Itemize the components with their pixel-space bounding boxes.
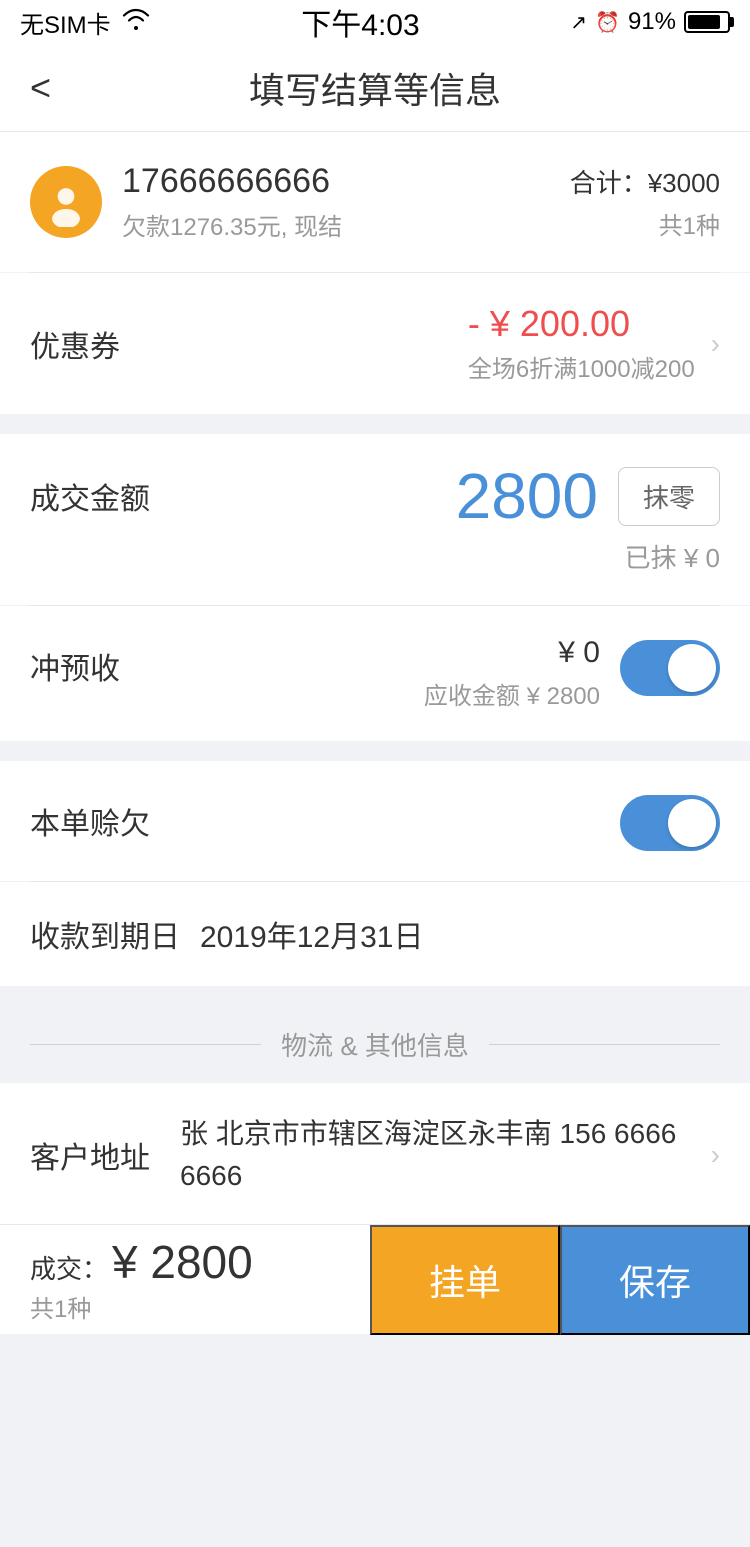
coupon-label: 优惠券 bbox=[30, 322, 120, 366]
bottom-info: 成交： ¥ 2800 共1种 bbox=[0, 1235, 370, 1324]
prepaid-label: 冲预收 bbox=[30, 636, 120, 688]
coupon-desc: 全场6折满1000减200 bbox=[468, 349, 695, 384]
due-date-section: 收款到期日 2019年12月31日 bbox=[0, 882, 750, 986]
back-button[interactable]: < bbox=[30, 67, 51, 109]
debit-toggle-knob bbox=[668, 799, 716, 847]
deal-amount-row: 成交金额 2800 抹零 bbox=[30, 464, 720, 528]
pending-button[interactable]: 挂单 bbox=[370, 1225, 560, 1335]
sep-line-left bbox=[30, 1044, 261, 1045]
deal-amount-value: 2800 bbox=[456, 464, 598, 528]
customer-right: 合计：¥3000 共1种 bbox=[570, 163, 720, 241]
deal-amount-label: 成交金额 bbox=[30, 474, 150, 518]
address-value: 张 北京市市辖区海淀区永丰南 156 6666 6666 bbox=[180, 1113, 711, 1197]
address-label: 客户地址 bbox=[30, 1133, 150, 1177]
customer-phone: 17666666666 bbox=[122, 162, 342, 201]
status-left: 无SIM卡 bbox=[20, 5, 151, 40]
bottom-count: 共1种 bbox=[30, 1289, 340, 1324]
location-icon: ↗ bbox=[570, 10, 587, 35]
prepaid-amount: ¥ 0 bbox=[424, 636, 600, 670]
prepaid-section: 冲预收 ¥ 0 应收金额 ¥ 2800 bbox=[0, 606, 750, 741]
status-right: ↗ ⏰ 91% bbox=[570, 8, 730, 36]
sep-text: 物流 & 其他信息 bbox=[281, 1026, 469, 1063]
status-time: 下午4:03 bbox=[301, 0, 419, 44]
battery-percentage: 91% bbox=[628, 8, 676, 36]
deal-amount-sub: 已抹 ¥ 0 bbox=[30, 538, 720, 575]
page-title: 填写结算等信息 bbox=[249, 62, 501, 114]
status-bar: 无SIM卡 下午4:03 ↗ ⏰ 91% bbox=[0, 0, 750, 44]
coupon-amount: - ¥ 200.00 bbox=[468, 303, 695, 345]
customer-debt: 欠款1276.35元, 现结 bbox=[122, 207, 342, 242]
prepaid-right: ¥ 0 应收金额 ¥ 2800 bbox=[424, 636, 720, 711]
due-date-row: 收款到期日 2019年12月31日 bbox=[30, 912, 720, 956]
debit-label: 本单赊欠 bbox=[30, 799, 150, 843]
address-chevron-icon: › bbox=[711, 1139, 720, 1171]
customer-info: 17666666666 欠款1276.35元, 现结 bbox=[122, 162, 342, 242]
address-section[interactable]: 客户地址 张 北京市市辖区海淀区永丰南 156 6666 6666 › bbox=[0, 1083, 750, 1227]
divider-2 bbox=[0, 741, 750, 761]
prepaid-info: ¥ 0 应收金额 ¥ 2800 bbox=[424, 636, 600, 711]
customer-left: 17666666666 欠款1276.35元, 现结 bbox=[30, 162, 342, 242]
wifi-icon bbox=[121, 8, 151, 37]
avatar bbox=[30, 166, 102, 238]
total-count: 共1种 bbox=[570, 206, 720, 241]
deal-amount-right: 2800 抹零 bbox=[456, 464, 720, 528]
divider-1 bbox=[0, 414, 750, 434]
round-button[interactable]: 抹零 bbox=[618, 467, 720, 526]
battery-icon bbox=[684, 11, 730, 33]
bottom-deal-row: 成交： ¥ 2800 bbox=[30, 1235, 340, 1289]
bottom-deal-label: 成交： bbox=[30, 1249, 108, 1286]
divider-3 bbox=[0, 986, 750, 1006]
nav-bar: < 填写结算等信息 bbox=[0, 44, 750, 132]
save-button[interactable]: 保存 bbox=[560, 1225, 750, 1335]
toggle-knob bbox=[668, 644, 716, 692]
chevron-right-icon: › bbox=[711, 328, 720, 360]
section-separator: 物流 & 其他信息 bbox=[0, 1006, 750, 1083]
deal-amount-section: 成交金额 2800 抹零 已抹 ¥ 0 bbox=[0, 434, 750, 605]
customer-card: 17666666666 欠款1276.35元, 现结 合计：¥3000 共1种 bbox=[0, 132, 750, 272]
total-label: 合计：¥3000 bbox=[570, 163, 720, 200]
coupon-row[interactable]: 优惠券 - ¥ 200.00 全场6折满1000减200 › bbox=[0, 273, 750, 414]
carrier-label: 无SIM卡 bbox=[20, 5, 111, 40]
due-date-value: 2019年12月31日 bbox=[200, 912, 423, 956]
prepaid-toggle[interactable] bbox=[620, 640, 720, 696]
prepaid-sub: 应收金额 ¥ 2800 bbox=[424, 676, 600, 711]
debit-section: 本单赊欠 bbox=[0, 761, 750, 881]
due-date-label: 收款到期日 bbox=[30, 912, 180, 956]
sep-line-right bbox=[489, 1044, 720, 1045]
bottom-deal-amount: ¥ 2800 bbox=[112, 1235, 253, 1289]
coupon-right: - ¥ 200.00 全场6折满1000减200 › bbox=[468, 303, 720, 384]
main-content: 17666666666 欠款1276.35元, 现结 合计：¥3000 共1种 … bbox=[0, 132, 750, 1547]
bottom-bar: 成交： ¥ 2800 共1种 挂单 保存 bbox=[0, 1224, 750, 1334]
alarm-icon: ⏰ bbox=[595, 10, 620, 35]
debit-toggle[interactable] bbox=[620, 795, 720, 851]
